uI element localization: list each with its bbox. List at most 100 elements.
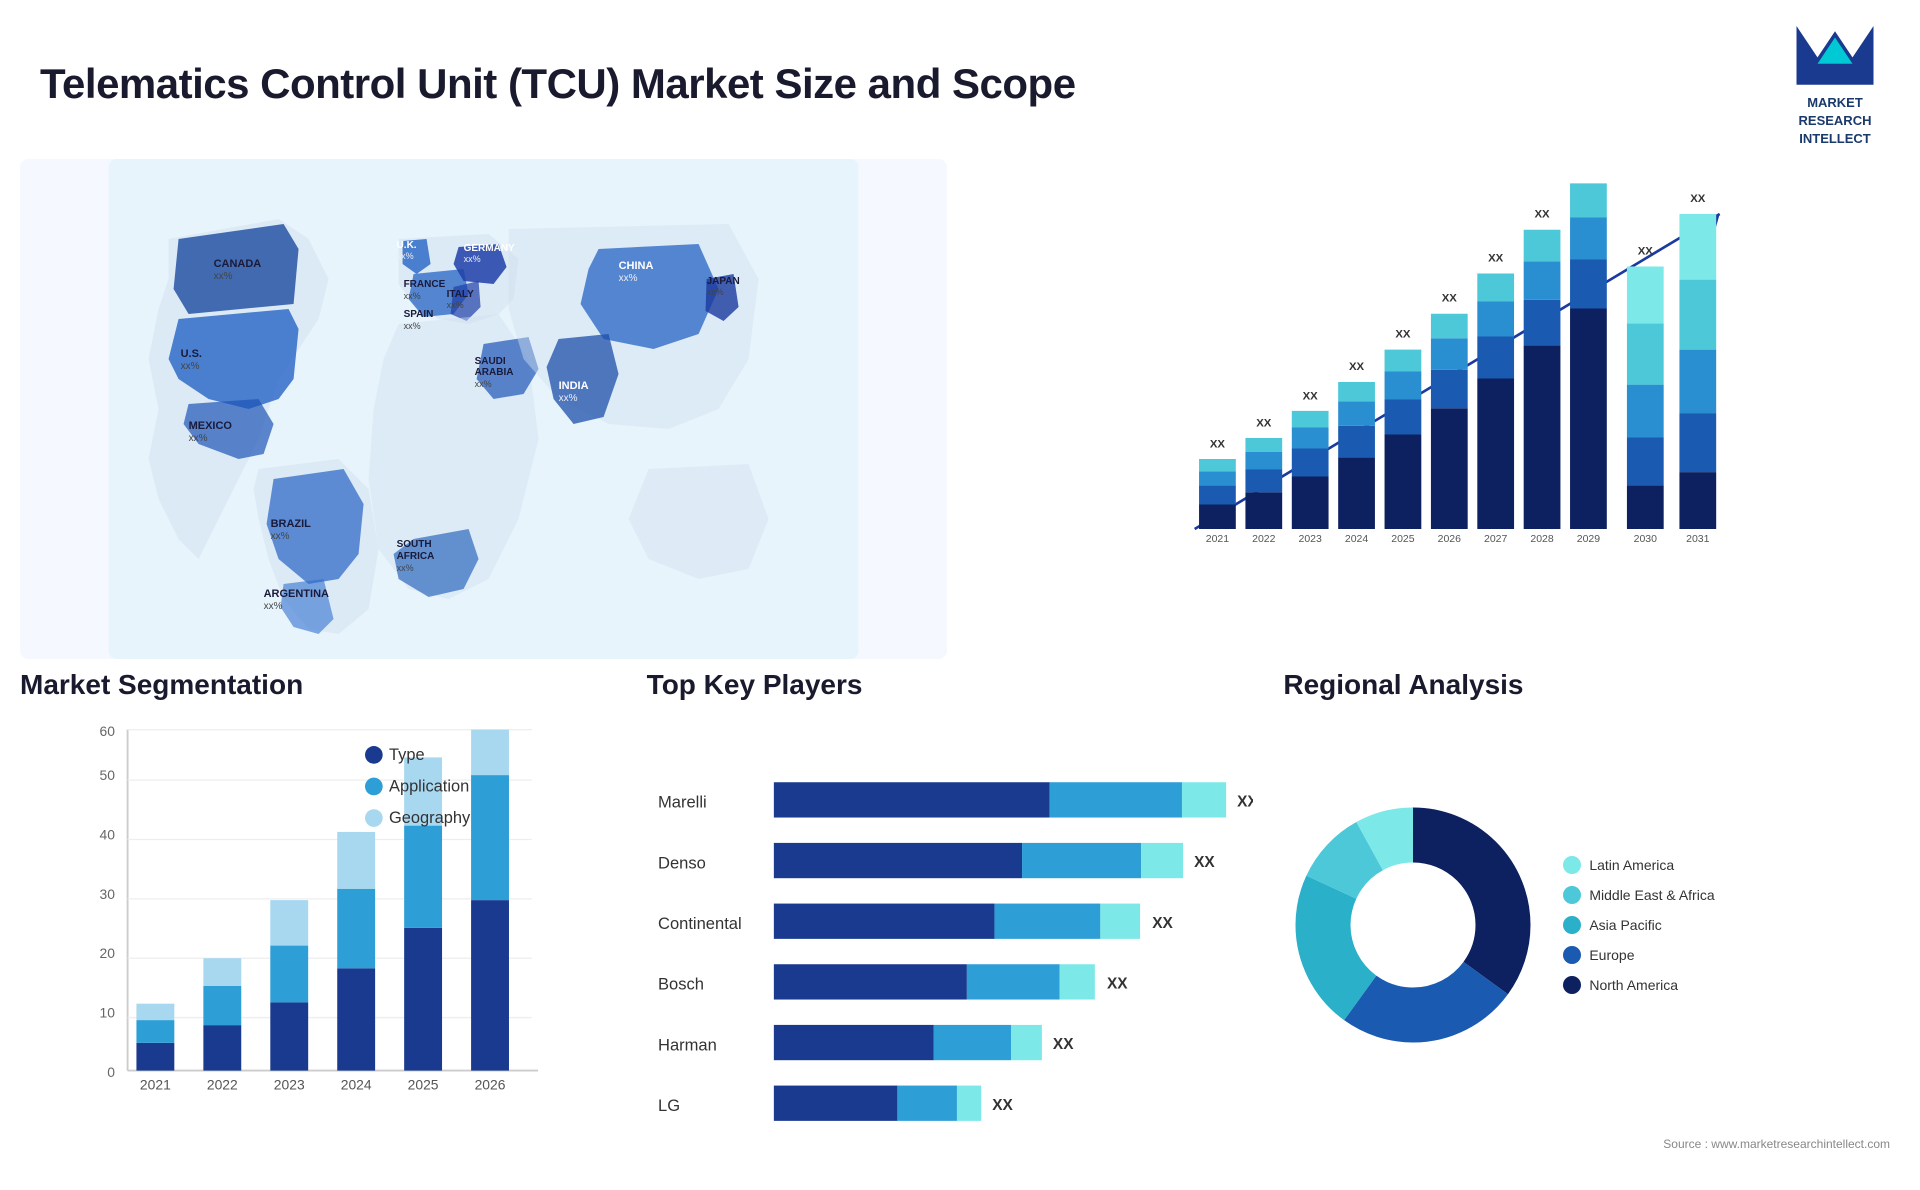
segmentation-chart: 0 10 20 30 40 50 60 2021 (20, 717, 627, 1159)
svg-text:xx%: xx% (475, 379, 492, 389)
svg-text:XX: XX (1535, 208, 1551, 220)
svg-text:2025: 2025 (408, 1076, 439, 1092)
svg-text:Marelli: Marelli (658, 792, 707, 811)
svg-text:10: 10 (100, 1004, 116, 1020)
svg-text:XX: XX (1581, 179, 1597, 182)
svg-text:XX: XX (1349, 360, 1365, 372)
svg-text:Harman: Harman (658, 1035, 717, 1054)
svg-text:30: 30 (100, 885, 116, 901)
svg-text:2022: 2022 (1252, 533, 1276, 545)
svg-text:60: 60 (100, 723, 116, 739)
svg-text:0: 0 (107, 1063, 115, 1079)
legend-north-america: North America (1589, 977, 1678, 993)
bottom-row: Market Segmentation 0 10 20 30 40 50 60 (0, 659, 1920, 1189)
svg-text:2021: 2021 (1206, 533, 1230, 545)
svg-text:XX: XX (1053, 1036, 1074, 1053)
svg-text:xx%: xx% (619, 273, 638, 284)
svg-text:U.K.: U.K. (397, 240, 417, 251)
svg-text:xx%: xx% (189, 433, 208, 444)
legend-europe: Europe (1589, 947, 1634, 963)
legend-mea: Middle East & Africa (1589, 887, 1714, 903)
legend-asia-pacific: Asia Pacific (1589, 917, 1661, 933)
svg-text:MEXICO: MEXICO (189, 420, 233, 432)
growth-chart-container: XX 2021 XX 2022 XX 2023 XX 2024 (967, 159, 1900, 659)
segmentation-title: Market Segmentation (20, 669, 627, 701)
growth-chart-svg: XX 2021 XX 2022 XX 2023 XX 2024 (1027, 179, 1870, 599)
svg-text:50: 50 (100, 767, 116, 783)
svg-text:xx%: xx% (559, 393, 578, 404)
svg-text:XX: XX (1210, 438, 1226, 450)
svg-text:LG: LG (658, 1096, 680, 1115)
svg-text:20: 20 (100, 945, 116, 961)
svg-text:XX: XX (1194, 854, 1215, 871)
svg-text:Application: Application (389, 777, 469, 795)
svg-text:2031: 2031 (1686, 533, 1710, 545)
svg-text:2023: 2023 (1299, 533, 1323, 545)
svg-text:xx%: xx% (404, 321, 421, 331)
svg-text:SOUTH: SOUTH (397, 539, 432, 550)
svg-text:XX: XX (1638, 245, 1654, 257)
svg-text:BRAZIL: BRAZIL (271, 518, 312, 530)
svg-text:2030: 2030 (1634, 533, 1658, 545)
svg-text:2024: 2024 (341, 1076, 372, 1092)
regional-legend: Latin America Middle East & Africa Asia … (1563, 856, 1714, 994)
logo-area: MARKET RESEARCH INTELLECT (1790, 20, 1880, 149)
svg-text:xx%: xx% (464, 254, 481, 264)
svg-text:Bosch: Bosch (658, 974, 704, 993)
svg-text:ARGENTINA: ARGENTINA (264, 588, 329, 600)
svg-text:xx%: xx% (271, 531, 290, 542)
key-players-title: Top Key Players (647, 669, 1254, 701)
svg-text:XX: XX (1107, 975, 1128, 992)
svg-text:CANADA: CANADA (214, 258, 262, 270)
svg-text:2023: 2023 (274, 1076, 305, 1092)
source-text: Source : www.marketresearchintellect.com (1283, 1137, 1890, 1151)
svg-text:XX: XX (1395, 328, 1411, 340)
svg-text:CHINA: CHINA (619, 260, 654, 272)
donut-chart (1283, 795, 1543, 1055)
svg-text:AFRICA: AFRICA (397, 551, 435, 562)
svg-text:2024: 2024 (1345, 533, 1369, 545)
svg-text:XX: XX (1152, 914, 1173, 931)
svg-text:xx%: xx% (397, 563, 414, 573)
key-players-section: Top Key Players Marelli XX Denso XX Cont… (637, 669, 1264, 1189)
svg-text:xx%: xx% (214, 271, 233, 282)
svg-text:XX: XX (1442, 292, 1458, 304)
svg-text:XX: XX (1303, 390, 1319, 402)
svg-text:2022: 2022 (207, 1076, 238, 1092)
svg-text:xx%: xx% (181, 361, 200, 372)
svg-text:Geography: Geography (389, 809, 471, 827)
segmentation-section: Market Segmentation 0 10 20 30 40 50 60 (20, 669, 627, 1189)
svg-text:xx%: xx% (397, 251, 414, 261)
svg-text:U.S.: U.S. (181, 348, 202, 360)
svg-text:GERMANY: GERMANY (464, 243, 515, 254)
svg-text:xx%: xx% (404, 291, 421, 301)
svg-text:2029: 2029 (1577, 533, 1601, 545)
svg-text:2026: 2026 (1438, 533, 1462, 545)
legend-latin-america: Latin America (1589, 857, 1674, 873)
key-players-chart: Marelli XX Denso XX Continental XX Bosch… (647, 717, 1254, 1185)
svg-text:JAPAN: JAPAN (707, 276, 740, 287)
svg-text:Continental: Continental (658, 914, 742, 933)
svg-text:Type: Type (389, 745, 425, 763)
svg-text:INDIA: INDIA (559, 380, 589, 392)
svg-text:2021: 2021 (140, 1076, 171, 1092)
logo-icon (1790, 20, 1880, 90)
svg-text:xx%: xx% (707, 287, 724, 297)
svg-text:40: 40 (100, 826, 116, 842)
svg-text:Denso: Denso (658, 853, 706, 872)
svg-text:FRANCE: FRANCE (404, 279, 446, 290)
page-title: Telematics Control Unit (TCU) Market Siz… (40, 60, 1076, 108)
svg-text:2028: 2028 (1531, 533, 1555, 545)
svg-text:SAUDI: SAUDI (475, 356, 506, 367)
logo-text: MARKET RESEARCH INTELLECT (1799, 94, 1872, 149)
svg-text:XX: XX (1488, 252, 1504, 264)
svg-text:XX: XX (992, 1096, 1013, 1113)
svg-text:ITALY: ITALY (447, 289, 475, 300)
svg-text:XX: XX (1690, 192, 1706, 204)
svg-text:ARABIA: ARABIA (475, 367, 514, 378)
svg-text:xx%: xx% (447, 300, 464, 310)
world-map-container: CANADA xx% U.S. xx% MEXICO xx% BRAZIL xx… (20, 159, 947, 659)
svg-text:2026: 2026 (475, 1076, 506, 1092)
svg-text:XX: XX (1256, 417, 1272, 429)
svg-text:2025: 2025 (1391, 533, 1415, 545)
